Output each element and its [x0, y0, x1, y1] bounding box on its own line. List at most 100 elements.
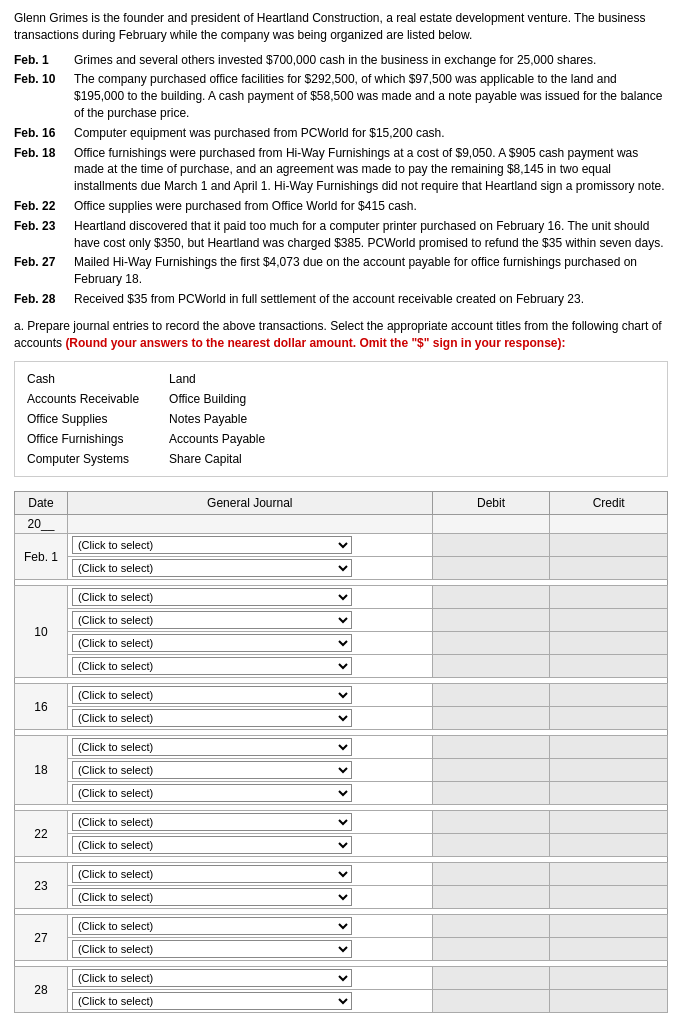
select-feb18-1[interactable]: (Click to select) CashAccounts Receivabl… [72, 738, 352, 756]
debit-feb1-2 [432, 557, 550, 580]
year-debit-cell [432, 515, 550, 534]
table-row: 16 (Click to select) CashAccounts Receiv… [15, 684, 668, 707]
journal-feb22-row1: (Click to select) CashAccounts Receivabl… [67, 811, 432, 834]
table-row: 27 (Click to select) CashAccounts Receiv… [15, 915, 668, 938]
credit-input-feb10-3[interactable] [554, 637, 644, 649]
select-feb10-4[interactable]: (Click to select) CashAccounts Receivabl… [72, 657, 352, 675]
credit-input-feb10-4[interactable] [554, 660, 644, 672]
trans-row-1: Feb. 1 Grimes and several others investe… [14, 52, 668, 69]
debit-feb10-1 [432, 586, 550, 609]
credit-input-feb27-2[interactable] [554, 943, 644, 955]
select-feb16-2[interactable]: (Click to select) CashAccounts Receivabl… [72, 709, 352, 727]
date-feb18: 18 [15, 736, 68, 805]
accounts-col-1: Cash Accounts Receivable Office Supplies… [27, 370, 139, 468]
journal-feb10-row3: (Click to select) CashAccounts Receivabl… [67, 632, 432, 655]
debit-feb16-1 [432, 684, 550, 707]
trans-date-1: Feb. 1 [14, 52, 74, 69]
year-cell: 20__ [15, 515, 68, 534]
select-feb1-1[interactable]: (Click to select) CashAccounts Receivabl… [72, 536, 352, 554]
select-feb10-1[interactable]: (Click to select) CashAccounts Receivabl… [72, 588, 352, 606]
credit-feb16-2 [550, 707, 668, 730]
journal-feb16-row2: (Click to select) CashAccounts Receivabl… [67, 707, 432, 730]
trans-row-23: Feb. 23 Heartland discovered that it pai… [14, 218, 668, 252]
credit-input-feb28-2[interactable] [554, 995, 644, 1007]
debit-feb10-2 [432, 609, 550, 632]
date-feb22: 22 [15, 811, 68, 857]
select-feb18-3[interactable]: (Click to select) CashAccounts Receivabl… [72, 784, 352, 802]
credit-feb23-2 [550, 886, 668, 909]
select-feb28-2[interactable]: (Click to select) CashAccounts Receivabl… [72, 992, 352, 1010]
journal-feb23-row2: (Click to select) CashAccounts Receivabl… [67, 886, 432, 909]
select-feb27-1[interactable]: (Click to select) CashAccounts Receivabl… [72, 917, 352, 935]
credit-feb18-2 [550, 759, 668, 782]
select-feb23-1[interactable]: (Click to select) CashAccounts Receivabl… [72, 865, 352, 883]
select-feb16-1[interactable]: (Click to select) CashAccounts Receivabl… [72, 686, 352, 704]
trans-date-18: Feb. 18 [14, 145, 74, 195]
debit-feb10-3 [432, 632, 550, 655]
select-feb10-2[interactable]: (Click to select) CashAccounts Receivabl… [72, 611, 352, 629]
table-row: 22 (Click to select) CashAccounts Receiv… [15, 811, 668, 834]
debit-feb27-2 [432, 938, 550, 961]
select-feb10-3[interactable]: (Click to select) CashAccounts Receivabl… [72, 634, 352, 652]
journal-feb10-row4: (Click to select) CashAccounts Receivabl… [67, 655, 432, 678]
debit-input-feb28-1[interactable] [437, 972, 527, 984]
debit-feb18-3 [432, 782, 550, 805]
select-feb23-2[interactable]: (Click to select) CashAccounts Receivabl… [72, 888, 352, 906]
trans-date-22: Feb. 22 [14, 198, 74, 215]
debit-input-feb18-1[interactable] [437, 741, 527, 753]
credit-input-feb18-3[interactable] [554, 787, 644, 799]
trans-body-16: Computer equipment was purchased from PC… [74, 125, 668, 142]
date-feb16: 16 [15, 684, 68, 730]
trans-row-18: Feb. 18 Office furnishings were purchase… [14, 145, 668, 195]
debit-input-feb1-1[interactable] [437, 539, 527, 551]
question-a: a. Prepare journal entries to record the… [14, 318, 668, 352]
select-feb1-2[interactable]: (Click to select) CashAccounts Receivabl… [72, 559, 352, 577]
debit-input-feb22-1[interactable] [437, 816, 527, 828]
date-feb1: Feb. 1 [15, 534, 68, 580]
header-date: Date [15, 492, 68, 515]
select-feb18-2[interactable]: (Click to select) CashAccounts Receivabl… [72, 761, 352, 779]
credit-feb28-1 [550, 967, 668, 990]
credit-input-feb16-2[interactable] [554, 712, 644, 724]
debit-input-feb23-1[interactable] [437, 868, 527, 880]
credit-feb1-1 [550, 534, 668, 557]
header-journal: General Journal [67, 492, 432, 515]
debit-feb18-1 [432, 736, 550, 759]
account-land: Land [169, 370, 265, 388]
table-row: (Click to select) CashAccounts Receivabl… [15, 655, 668, 678]
trans-date-16: Feb. 16 [14, 125, 74, 142]
journal-feb28-row1: (Click to select) CashAccounts Receivabl… [67, 967, 432, 990]
credit-feb18-3 [550, 782, 668, 805]
credit-input-feb18-2[interactable] [554, 764, 644, 776]
credit-feb27-1 [550, 915, 668, 938]
question-a-highlight: (Round your answers to the nearest dolla… [65, 336, 565, 350]
trans-date-27: Feb. 27 [14, 254, 74, 288]
credit-input-feb23-2[interactable] [554, 891, 644, 903]
journal-feb18-row1: (Click to select) CashAccounts Receivabl… [67, 736, 432, 759]
journal-feb16-row1: (Click to select) CashAccounts Receivabl… [67, 684, 432, 707]
debit-input-feb10-2[interactable] [437, 614, 527, 626]
debit-input-feb10-1[interactable] [437, 591, 527, 603]
table-row: (Click to select) CashAccounts Receivabl… [15, 782, 668, 805]
debit-feb27-1 [432, 915, 550, 938]
credit-feb10-2 [550, 609, 668, 632]
credit-input-feb1-2[interactable] [554, 562, 644, 574]
trans-body-1: Grimes and several others invested $700,… [74, 52, 668, 69]
journal-feb10-row1: (Click to select) CashAccounts Receivabl… [67, 586, 432, 609]
select-feb27-2[interactable]: (Click to select) CashAccounts Receivabl… [72, 940, 352, 958]
trans-row-28: Feb. 28 Received $35 from PCWorld in ful… [14, 291, 668, 308]
trans-body-22: Office supplies were purchased from Offi… [74, 198, 668, 215]
trans-row-16: Feb. 16 Computer equipment was purchased… [14, 125, 668, 142]
trans-row-22: Feb. 22 Office supplies were purchased f… [14, 198, 668, 215]
credit-input-feb22-2[interactable] [554, 839, 644, 851]
debit-input-feb16-1[interactable] [437, 689, 527, 701]
select-feb28-1[interactable]: (Click to select) CashAccounts Receivabl… [72, 969, 352, 987]
year-credit-cell [550, 515, 668, 534]
debit-input-feb27-1[interactable] [437, 920, 527, 932]
select-feb22-1[interactable]: (Click to select) CashAccounts Receivabl… [72, 813, 352, 831]
select-feb22-2[interactable]: (Click to select) CashAccounts Receivabl… [72, 836, 352, 854]
trans-row-10: Feb. 10 The company purchased office fac… [14, 71, 668, 121]
credit-feb10-3 [550, 632, 668, 655]
account-ap: Accounts Payable [169, 430, 265, 448]
credit-feb27-2 [550, 938, 668, 961]
